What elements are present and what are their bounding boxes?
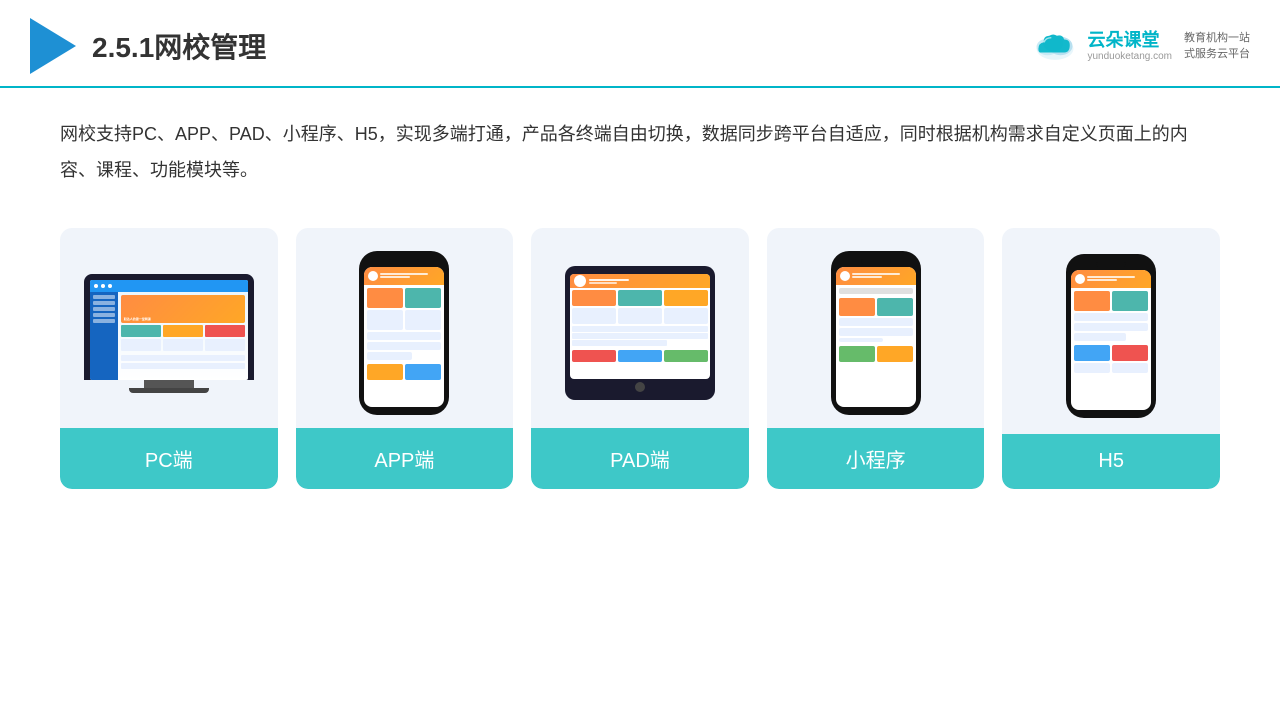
card-h5-label: H5 — [1002, 434, 1220, 489]
brand-text-block: 云朵课堂 yunduoketang.com — [1087, 30, 1172, 63]
header-right: 云朵课堂 yunduoketang.com 教育机构一站式服务云平台 — [1031, 28, 1250, 64]
phone-h5-icon — [1066, 254, 1156, 418]
cloud-logo-icon — [1031, 28, 1079, 64]
header: 2.5.1网校管理 云朵课堂 yunduoketang.com — [0, 0, 1280, 88]
card-miniprogram-image — [767, 228, 985, 428]
card-app-label: APP端 — [296, 428, 514, 489]
phone-app-icon — [359, 251, 449, 415]
card-pad-image — [531, 228, 749, 428]
card-miniprogram-label: 小程序 — [767, 428, 985, 489]
page-title: 2.5.1网校管理 — [92, 26, 266, 66]
card-pad: PAD端 — [531, 228, 749, 489]
card-miniprogram: 小程序 — [767, 228, 985, 489]
logo-triangle-icon — [30, 18, 76, 74]
cards-container: 职达人的第一堂网课 — [0, 198, 1280, 509]
card-pc-image: 职达人的第一堂网课 — [60, 228, 278, 428]
card-h5-image — [1002, 228, 1220, 434]
card-app: APP端 — [296, 228, 514, 489]
brand-slogan: 教育机构一站式服务云平台 — [1184, 30, 1250, 63]
brand-logo: 云朵课堂 yunduoketang.com 教育机构一站式服务云平台 — [1031, 28, 1250, 64]
card-pad-label: PAD端 — [531, 428, 749, 489]
brand-name: 云朵课堂 — [1087, 30, 1159, 52]
card-pc-label: PC端 — [60, 428, 278, 489]
card-pc: 职达人的第一堂网课 — [60, 228, 278, 489]
tablet-icon — [565, 266, 715, 400]
description-text: 网校支持PC、APP、PAD、小程序、H5，实现多端打通，产品各终端自由切换，数… — [60, 116, 1220, 188]
pc-monitor-icon: 职达人的第一堂网课 — [84, 274, 254, 393]
card-app-image — [296, 228, 514, 428]
description: 网校支持PC、APP、PAD、小程序、H5，实现多端打通，产品各终端自由切换，数… — [0, 88, 1280, 198]
card-h5: H5 — [1002, 228, 1220, 489]
page: 2.5.1网校管理 云朵课堂 yunduoketang.com — [0, 0, 1280, 720]
brand-url: yunduoketang.com — [1087, 51, 1172, 62]
phone-miniprogram-icon — [831, 251, 921, 415]
header-left: 2.5.1网校管理 — [30, 18, 266, 74]
